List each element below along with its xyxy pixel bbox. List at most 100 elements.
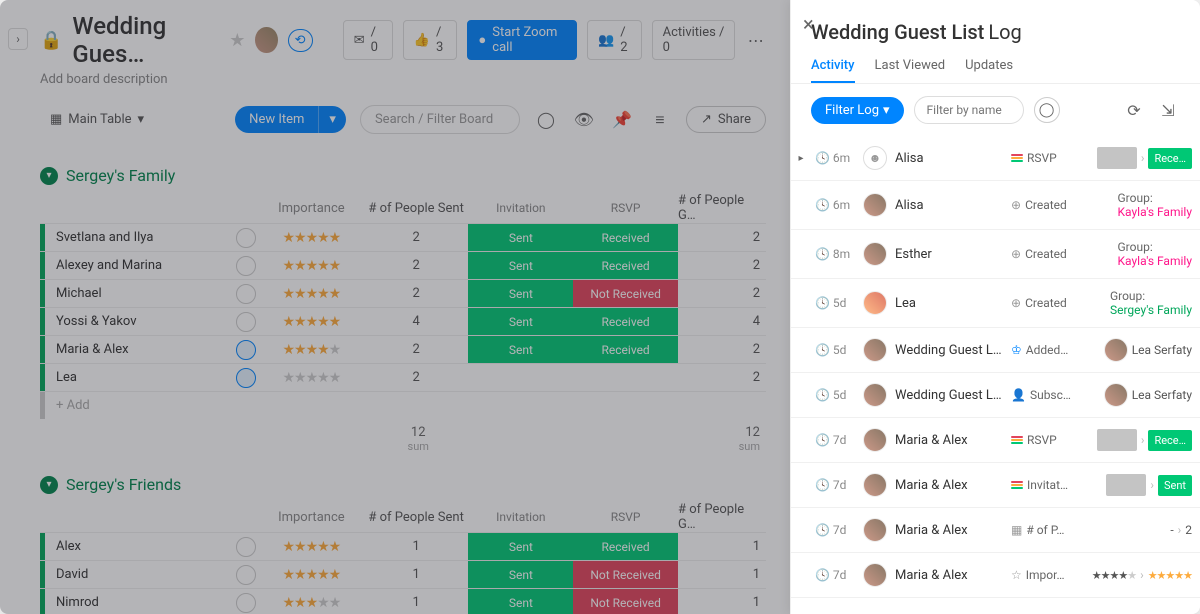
refresh-icon[interactable]: ⟳ [1122,98,1146,122]
invitation-cell[interactable]: Sent [468,533,573,560]
chat-icon[interactable] [233,280,259,307]
invitation-cell[interactable]: Sent [468,561,573,588]
search-input[interactable]: Search / Filter Board [360,105,520,134]
add-item[interactable]: + Add [40,392,260,419]
main-table-view[interactable]: ▦ Main Table ▾ [40,108,154,131]
chat-icon[interactable] [233,533,259,560]
people-gifted-cell[interactable]: 2 [678,224,766,251]
people-gifted-cell[interactable]: 4 [678,308,766,335]
rsvp-cell[interactable] [573,364,678,391]
people-gifted-cell[interactable]: 2 [678,252,766,279]
item-name[interactable]: David [40,561,233,588]
rsvp-cell[interactable]: Received [573,252,678,279]
importance-cell[interactable]: ★★★★★ [259,280,364,307]
group-title[interactable]: Sergey's Family [66,166,175,185]
people-sent-cell[interactable]: 2 [364,336,469,363]
invitation-cell[interactable] [468,364,573,391]
log-entry[interactable]: 🕓 6m Alisa ⊕ Created Group:Kayla's Famil… [791,181,1200,230]
people-sent-cell[interactable]: 2 [364,224,469,251]
rsvp-cell[interactable]: Not Received [573,280,678,307]
invitation-cell[interactable]: Sent [468,589,573,614]
rsvp-cell[interactable]: Not Received [573,589,678,614]
importance-cell[interactable]: ★★★★★ [259,561,364,588]
people-gifted-cell[interactable]: 2 [678,336,766,363]
board-description[interactable]: Add board description [0,72,790,97]
item-name[interactable]: Lea [40,364,233,391]
expand-sidebar-icon[interactable]: › [8,28,28,50]
rsvp-cell[interactable]: Received [573,308,678,335]
tab-updates[interactable]: Updates [965,50,1013,83]
importance-cell[interactable]: ★★★★★ [259,336,364,363]
people-sent-cell[interactable]: 1 [364,561,469,588]
filter-icon[interactable]: ≡ [648,108,672,132]
log-entry[interactable]: 🕓 7d Maria & Alex ☆ Impor… ★★★★★›★★★★★ [791,553,1200,598]
item-name[interactable]: Svetlana and Ilya [40,224,233,251]
item-name[interactable]: Alex [40,533,233,560]
owner-avatar[interactable] [255,27,277,53]
people-gifted-cell[interactable]: 2 [678,364,766,391]
tab-activity[interactable]: Activity [811,50,855,83]
people-sent-cell[interactable]: 4 [364,308,469,335]
chat-icon[interactable] [233,224,259,251]
rsvp-cell[interactable]: Received [573,336,678,363]
share-button[interactable]: ↗ Share [686,106,766,133]
people-sent-cell[interactable]: 1 [364,589,469,614]
log-entry[interactable]: 🕓 7d Maria & Alex RSVP ›Rece… [791,418,1200,463]
group-collapse-icon[interactable]: ▾ [40,167,58,185]
log-entry[interactable]: 🕓 8m Esther ⊕ Created Group:Kayla's Fami… [791,230,1200,279]
people-sent-cell[interactable]: 2 [364,252,469,279]
person-filter-icon[interactable]: ◯ [1034,97,1060,123]
people-sent-cell[interactable]: 2 [364,364,469,391]
people-sent-cell[interactable]: 2 [364,280,469,307]
people-gifted-cell[interactable]: 1 [678,561,766,588]
tab-last-viewed[interactable]: Last Viewed [875,50,946,83]
invitation-cell[interactable]: Sent [468,280,573,307]
item-name[interactable]: Alexey and Marina [40,252,233,279]
chat-icon[interactable] [233,252,259,279]
importance-cell[interactable]: ★★★★★ [259,224,364,251]
people-sent-cell[interactable]: 1 [364,533,469,560]
item-name[interactable]: Nimrod [40,589,233,614]
rsvp-cell[interactable]: Not Received [573,561,678,588]
importance-cell[interactable]: ★★★★★ [259,252,364,279]
person-filter-icon[interactable]: ◯ [534,108,558,132]
importance-cell[interactable]: ★★★★★ [259,533,364,560]
people-gifted-cell[interactable]: 1 [678,533,766,560]
log-entry[interactable]: 🕓 7d Maria & Alex ▦ # of P… -›2 [791,508,1200,553]
importance-cell[interactable]: ★★★★★ [259,308,364,335]
eye-icon[interactable]: 👁 [572,108,596,132]
invitation-cell[interactable]: Sent [468,336,573,363]
invitation-cell[interactable]: Sent [468,224,573,251]
importance-cell[interactable]: ★★★★★ [259,589,364,614]
invitation-cell[interactable]: Sent [468,252,573,279]
invitation-cell[interactable]: Sent [468,308,573,335]
item-name[interactable]: Maria & Alex [40,336,233,363]
chat-icon[interactable] [233,589,259,614]
new-item-button[interactable]: New Item▾ [235,106,346,133]
log-entry[interactable]: 🕓 5d Wedding Guest List 👤 Subsc… Lea Ser… [791,373,1200,418]
chat-icon[interactable] [233,364,259,391]
pill-thumbs[interactable]: 👍 / 3 [403,20,458,60]
pill-activities[interactable]: Activities / 0 [652,20,736,60]
log-entry[interactable]: 🕓 5d Wedding Guest List ♔ Added… Lea Ser… [791,328,1200,373]
item-name[interactable]: Michael [40,280,233,307]
pill-invites[interactable]: ✉ / 0 [343,20,393,60]
close-icon[interactable]: × [799,8,818,40]
pin-icon[interactable]: 📌 [610,108,634,132]
importance-cell[interactable]: ★★★★★ [259,364,364,391]
star-icon[interactable]: ★ [229,30,245,51]
rsvp-cell[interactable]: Received [573,224,678,251]
people-gifted-cell[interactable]: 1 [678,589,766,614]
log-entry[interactable]: 🕓 7d Maria & Alex Invitat… ›Sent [791,463,1200,508]
chat-icon[interactable] [233,561,259,588]
rsvp-cell[interactable]: Received [573,533,678,560]
chat-icon[interactable] [233,308,259,335]
zoom-button[interactable]: ● Start Zoom call [467,20,577,60]
more-icon[interactable]: ⋯ [745,28,766,52]
group-title[interactable]: Sergey's Friends [66,475,181,494]
log-entry[interactable]: ▸ 🕓 6m ☻ Alisa RSVP ›Rece… [791,136,1200,181]
filter-name-input[interactable] [914,96,1024,124]
item-name[interactable]: Yossi & Yakov [40,308,233,335]
automation-icon[interactable]: ⟲ [288,29,313,52]
log-entry[interactable]: 🕓 5d Lea ⊕ Created Group:Sergey's Family [791,279,1200,328]
